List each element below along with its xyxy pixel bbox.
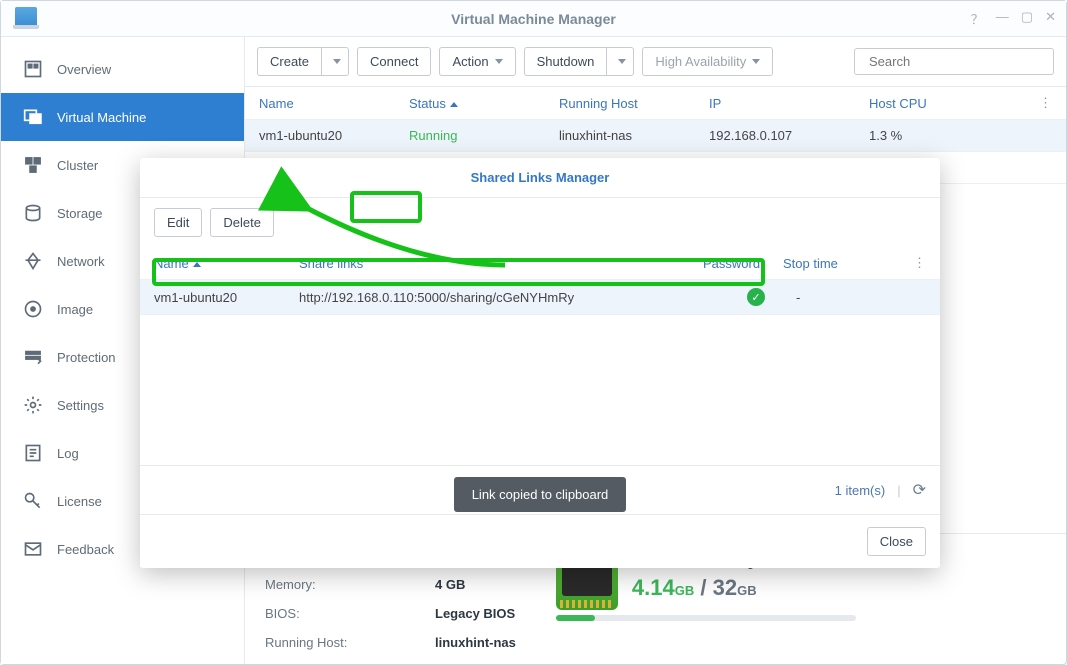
maximize-icon[interactable]: ▢ bbox=[1021, 9, 1033, 28]
shared-links-table: Name Share links Password Stop time ⋮ vm… bbox=[140, 247, 940, 315]
shared-links-modal: Shared Links Manager Edit Delete Name Sh… bbox=[140, 158, 940, 568]
image-icon bbox=[23, 299, 43, 319]
col-ip[interactable]: IP bbox=[709, 96, 869, 111]
chevron-down-icon bbox=[333, 59, 341, 64]
col-stop-time[interactable]: Stop time bbox=[783, 256, 913, 271]
col-share-links[interactable]: Share links bbox=[299, 256, 703, 271]
create-button-group: Create bbox=[257, 47, 349, 76]
overview-icon bbox=[23, 59, 43, 79]
sidebar-label: Settings bbox=[57, 398, 104, 413]
high-availability-button[interactable]: High Availability bbox=[642, 47, 773, 76]
titlebar: Virtual Machine Manager ？ — ▢ ✕ bbox=[1, 1, 1066, 37]
chevron-down-icon bbox=[752, 59, 760, 64]
cluster-icon bbox=[23, 155, 43, 175]
minimize-icon[interactable]: — bbox=[996, 9, 1009, 28]
modal-button-bar: Close bbox=[140, 514, 940, 568]
connect-button[interactable]: Connect bbox=[357, 47, 431, 76]
help-icon[interactable]: ？ bbox=[971, 9, 984, 28]
sidebar-label: Protection bbox=[57, 350, 116, 365]
sidebar-label: Network bbox=[57, 254, 105, 269]
vm-icon bbox=[23, 107, 43, 127]
sidebar-label: Image bbox=[57, 302, 93, 317]
chevron-down-icon bbox=[618, 59, 626, 64]
col-host[interactable]: Running Host bbox=[559, 96, 709, 111]
modal-title: Shared Links Manager bbox=[140, 158, 940, 198]
col-status[interactable]: Status bbox=[409, 96, 559, 111]
window-controls: ？ — ▢ ✕ bbox=[971, 9, 1056, 28]
more-columns-icon[interactable]: ⋮ bbox=[913, 255, 926, 271]
create-button[interactable]: Create bbox=[257, 47, 321, 76]
edit-button[interactable]: Edit bbox=[154, 208, 202, 237]
app-logo bbox=[15, 7, 37, 25]
shutdown-button-group: Shutdown bbox=[524, 47, 635, 76]
log-icon bbox=[23, 443, 43, 463]
gear-icon bbox=[23, 395, 43, 415]
detail-value: Legacy BIOS bbox=[435, 606, 516, 621]
key-icon bbox=[23, 491, 43, 511]
sidebar-label: Virtual Machine bbox=[57, 110, 146, 125]
detail-value: linuxhint-nas bbox=[435, 635, 516, 650]
shutdown-button[interactable]: Shutdown bbox=[524, 47, 607, 76]
detail-value: 4 GB bbox=[435, 577, 516, 592]
sidebar-label: Overview bbox=[57, 62, 111, 77]
toolbar: Create Connect Action Shutdown High Avai… bbox=[245, 37, 1066, 87]
check-icon: ✓ bbox=[747, 288, 765, 306]
sidebar-label: Cluster bbox=[57, 158, 98, 173]
col-password[interactable]: Password bbox=[703, 256, 783, 271]
item-count: 1 item(s) bbox=[835, 483, 886, 498]
chevron-down-icon bbox=[495, 59, 503, 64]
modal-table-header: Name Share links Password Stop time ⋮ bbox=[140, 247, 940, 280]
memory-bar bbox=[556, 615, 856, 621]
vm-table-header: Name Status Running Host IP Host CPU ⋮ bbox=[245, 87, 1066, 120]
sidebar-label: Storage bbox=[57, 206, 103, 221]
search-box[interactable] bbox=[854, 48, 1054, 75]
sidebar-item-overview[interactable]: Overview bbox=[1, 45, 244, 93]
refresh-icon[interactable]: ⟳ bbox=[913, 480, 926, 500]
more-columns-icon[interactable]: ⋮ bbox=[1039, 95, 1052, 111]
close-icon[interactable]: ✕ bbox=[1045, 9, 1056, 28]
network-icon bbox=[23, 251, 43, 271]
search-input[interactable] bbox=[869, 54, 1045, 69]
create-dropdown[interactable] bbox=[321, 47, 349, 76]
modal-footer: 1 item(s) | ⟳ bbox=[140, 465, 940, 514]
close-button[interactable]: Close bbox=[867, 527, 926, 556]
sidebar-label: Log bbox=[57, 446, 79, 461]
action-button[interactable]: Action bbox=[439, 47, 515, 76]
app-title: Virtual Machine Manager bbox=[451, 11, 616, 27]
sidebar-label: License bbox=[57, 494, 102, 509]
col-name[interactable]: Name bbox=[259, 96, 409, 111]
protection-icon bbox=[23, 347, 43, 367]
detail-label: Running Host: bbox=[265, 635, 435, 650]
storage-icon bbox=[23, 203, 43, 223]
sidebar-label: Feedback bbox=[57, 542, 114, 557]
col-name[interactable]: Name bbox=[154, 256, 299, 271]
envelope-icon bbox=[23, 539, 43, 559]
table-row[interactable]: vm1-ubuntu20 http://192.168.0.110:5000/s… bbox=[140, 280, 940, 315]
col-cpu[interactable]: Host CPU bbox=[869, 96, 1039, 111]
modal-toolbar: Edit Delete bbox=[140, 198, 940, 247]
delete-button[interactable]: Delete bbox=[210, 208, 274, 237]
shutdown-dropdown[interactable] bbox=[606, 47, 634, 76]
detail-label: Memory: bbox=[265, 577, 435, 592]
table-row[interactable]: vm1-ubuntu20 Running linuxhint-nas 192.1… bbox=[245, 120, 1066, 152]
sidebar-item-virtual-machine[interactable]: Virtual Machine bbox=[1, 93, 244, 141]
detail-label: BIOS: bbox=[265, 606, 435, 621]
